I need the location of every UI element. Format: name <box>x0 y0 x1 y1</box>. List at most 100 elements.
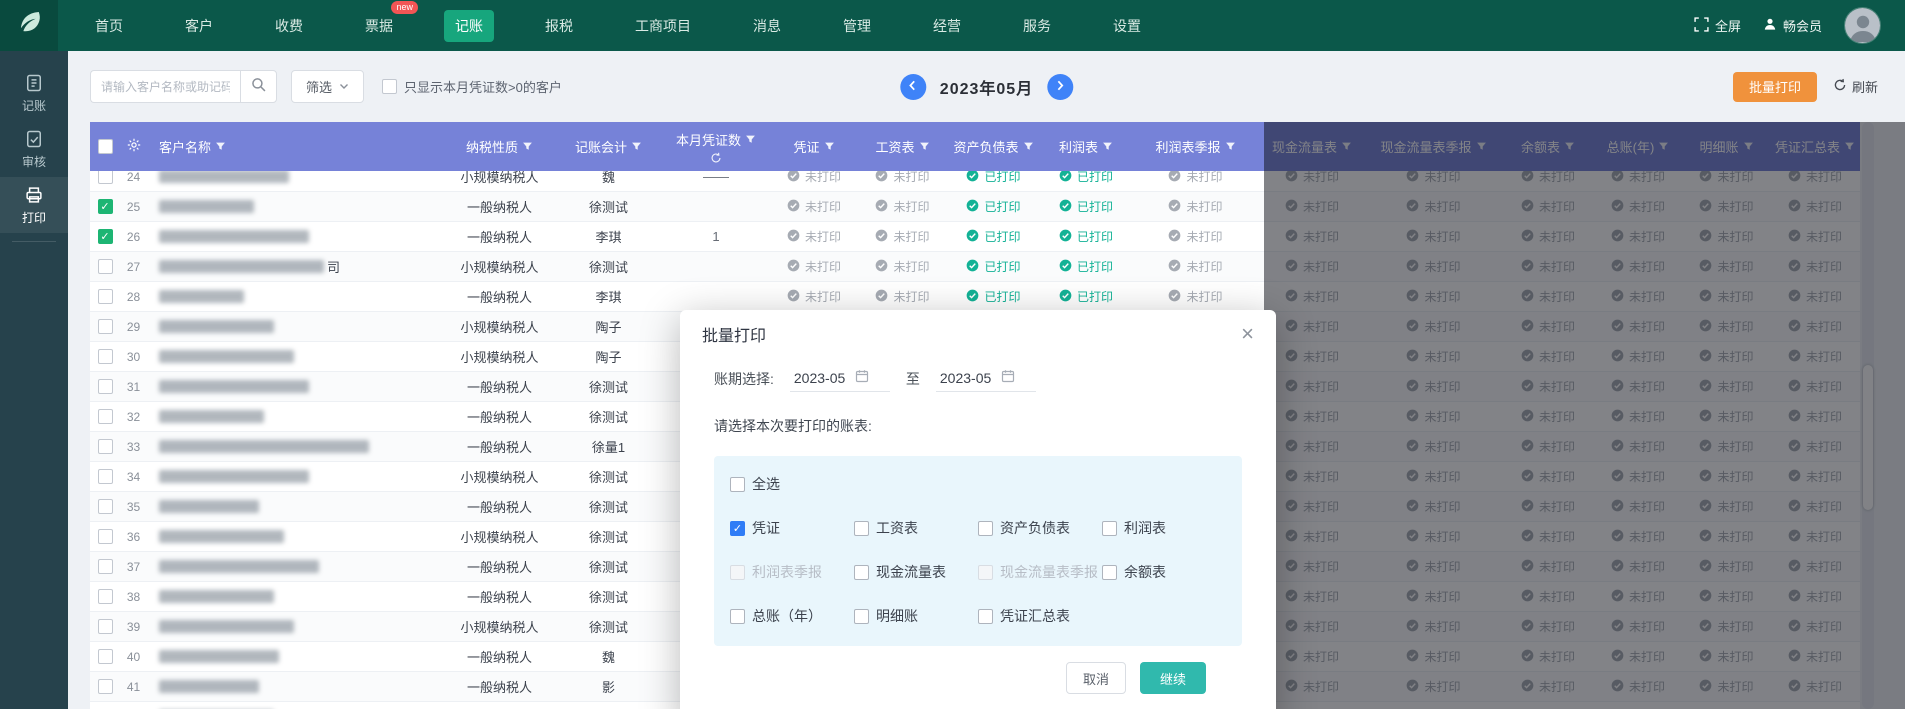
period-to-input[interactable]: 2023-05 <box>935 366 1036 392</box>
column-header[interactable]: 客户名称 <box>147 122 445 171</box>
column-header[interactable]: 纳税性质 <box>445 122 554 171</box>
row-checkbox[interactable] <box>97 529 113 544</box>
nav-item[interactable]: 管理 <box>832 10 882 42</box>
row-checkbox[interactable] <box>97 589 113 604</box>
report-option[interactable]: 利润表 <box>1102 518 1226 538</box>
column-header[interactable]: 利润表 <box>1041 122 1131 171</box>
nav-item[interactable]: 消息 <box>742 10 792 42</box>
check-circle-icon <box>966 259 979 275</box>
member-button[interactable]: 畅会员 <box>1763 16 1822 35</box>
filter-icon[interactable] <box>522 141 533 152</box>
row-checkbox[interactable] <box>97 409 113 424</box>
nav-item[interactable]: 工商项目 <box>624 10 702 42</box>
customer-name-suffix: 司 <box>327 260 341 275</box>
row-select-cell <box>90 702 120 709</box>
column-header[interactable]: 凭证 <box>769 122 859 171</box>
nav-item[interactable]: 记账 <box>444 9 494 42</box>
filter-icon[interactable] <box>215 141 226 152</box>
report-option[interactable]: 工资表 <box>854 518 978 538</box>
sidebar-item-ledger[interactable]: 记账 <box>0 65 68 121</box>
row-checkbox[interactable] <box>97 171 113 184</box>
nav-item[interactable]: 经营 <box>922 10 972 42</box>
column-header[interactable]: 记账会计 <box>554 122 663 171</box>
filter-icon[interactable] <box>1102 141 1113 152</box>
report-option-checkbox[interactable] <box>1102 520 1117 536</box>
row-checkbox[interactable] <box>97 289 113 304</box>
nav-item[interactable]: 票据 new <box>354 0 418 42</box>
select-all-checkbox[interactable] <box>97 139 113 154</box>
only-current-month-filter[interactable]: 只显示本月凭证数>0的客户 <box>382 77 562 96</box>
filter-icon[interactable] <box>631 141 642 152</box>
report-option-checkbox[interactable] <box>854 608 869 624</box>
row-number: 24 <box>126 171 141 184</box>
row-checkbox[interactable] <box>97 439 113 454</box>
row-checkbox[interactable] <box>97 349 113 364</box>
report-option[interactable]: 资产负债表 <box>978 518 1102 538</box>
app-logo[interactable] <box>0 0 58 51</box>
row-checkbox[interactable] <box>97 199 113 214</box>
batch-print-button[interactable]: 批量打印 <box>1732 71 1817 102</box>
column-header[interactable]: 资产负债表 <box>946 122 1041 171</box>
filter-icon[interactable] <box>1023 141 1034 152</box>
prev-month-button[interactable] <box>899 73 926 100</box>
report-option-checkbox[interactable] <box>854 564 869 580</box>
sidebar-item-audit[interactable]: 审核 <box>0 121 68 177</box>
avatar[interactable] <box>1844 7 1881 44</box>
report-option[interactable]: 凭证 <box>730 518 854 538</box>
column-settings-button[interactable] <box>120 122 147 171</box>
search-button[interactable] <box>240 70 277 103</box>
report-option[interactable]: 现金流量表 <box>854 562 978 582</box>
select-all-reports-checkbox[interactable] <box>730 476 745 492</box>
search-input[interactable] <box>90 70 240 103</box>
accountant-cell: 徐测试 <box>588 530 628 545</box>
select-all-option[interactable]: 全选 <box>730 474 1226 494</box>
report-option-checkbox[interactable] <box>1102 564 1117 580</box>
filter-icon[interactable] <box>824 141 835 152</box>
row-checkbox[interactable] <box>97 229 113 244</box>
row-checkbox[interactable] <box>97 649 113 664</box>
row-checkbox[interactable] <box>97 619 113 634</box>
nav-item[interactable]: 服务 <box>1012 10 1062 42</box>
nav-item[interactable]: 客户 <box>174 10 224 42</box>
confirm-button[interactable]: 继续 <box>1140 662 1206 694</box>
column-header[interactable]: 利润表季报 <box>1131 122 1260 171</box>
row-checkbox[interactable] <box>97 499 113 514</box>
report-option-checkbox[interactable] <box>730 520 745 536</box>
select-reports-hint: 请选择本次要打印的账表: <box>714 418 872 434</box>
report-option[interactable]: 明细账 <box>854 606 978 626</box>
filter-button[interactable]: 筛选 <box>291 70 365 103</box>
sidebar-item-printer[interactable]: 打印 <box>0 177 68 233</box>
row-checkbox[interactable] <box>97 469 113 484</box>
period-from-input[interactable]: 2023-05 <box>789 366 890 392</box>
report-option[interactable]: 总账（年） <box>730 606 854 626</box>
nav-item[interactable]: 首页 <box>84 10 134 42</box>
nav-item[interactable]: 收费 <box>264 10 314 42</box>
report-option-checkbox[interactable] <box>854 520 869 536</box>
cancel-button[interactable]: 取消 <box>1065 662 1126 694</box>
sidebar-item-label: 打印 <box>21 210 46 225</box>
refresh-label: 刷新 <box>1851 80 1878 95</box>
nav-item[interactable]: 设置 <box>1102 10 1152 42</box>
row-checkbox[interactable] <box>97 559 113 574</box>
report-option-checkbox[interactable] <box>978 608 993 624</box>
row-checkbox[interactable] <box>97 679 113 694</box>
row-checkbox[interactable] <box>97 379 113 394</box>
refresh-count-icon[interactable] <box>710 152 722 164</box>
report-option-checkbox[interactable] <box>730 608 745 624</box>
row-checkbox[interactable] <box>97 259 113 274</box>
filter-icon[interactable] <box>919 141 930 152</box>
filter-icon[interactable] <box>745 134 756 145</box>
row-checkbox[interactable] <box>97 319 113 334</box>
fullscreen-button[interactable]: 全屏 <box>1694 16 1741 35</box>
filter-icon[interactable] <box>1225 141 1236 152</box>
report-option[interactable]: 余额表 <box>1102 562 1226 582</box>
close-icon[interactable]: × <box>1241 323 1254 345</box>
report-option-checkbox[interactable] <box>978 520 993 536</box>
refresh-button[interactable]: 刷新 <box>1833 77 1878 96</box>
column-header[interactable]: 本月凭证数 <box>663 122 769 171</box>
column-header[interactable]: 工资表 <box>859 122 946 171</box>
report-option[interactable]: 凭证汇总表 <box>978 606 1102 626</box>
nav-item[interactable]: 报税 <box>534 10 584 42</box>
only-current-month-checkbox[interactable] <box>382 79 398 94</box>
next-month-button[interactable] <box>1047 73 1074 100</box>
